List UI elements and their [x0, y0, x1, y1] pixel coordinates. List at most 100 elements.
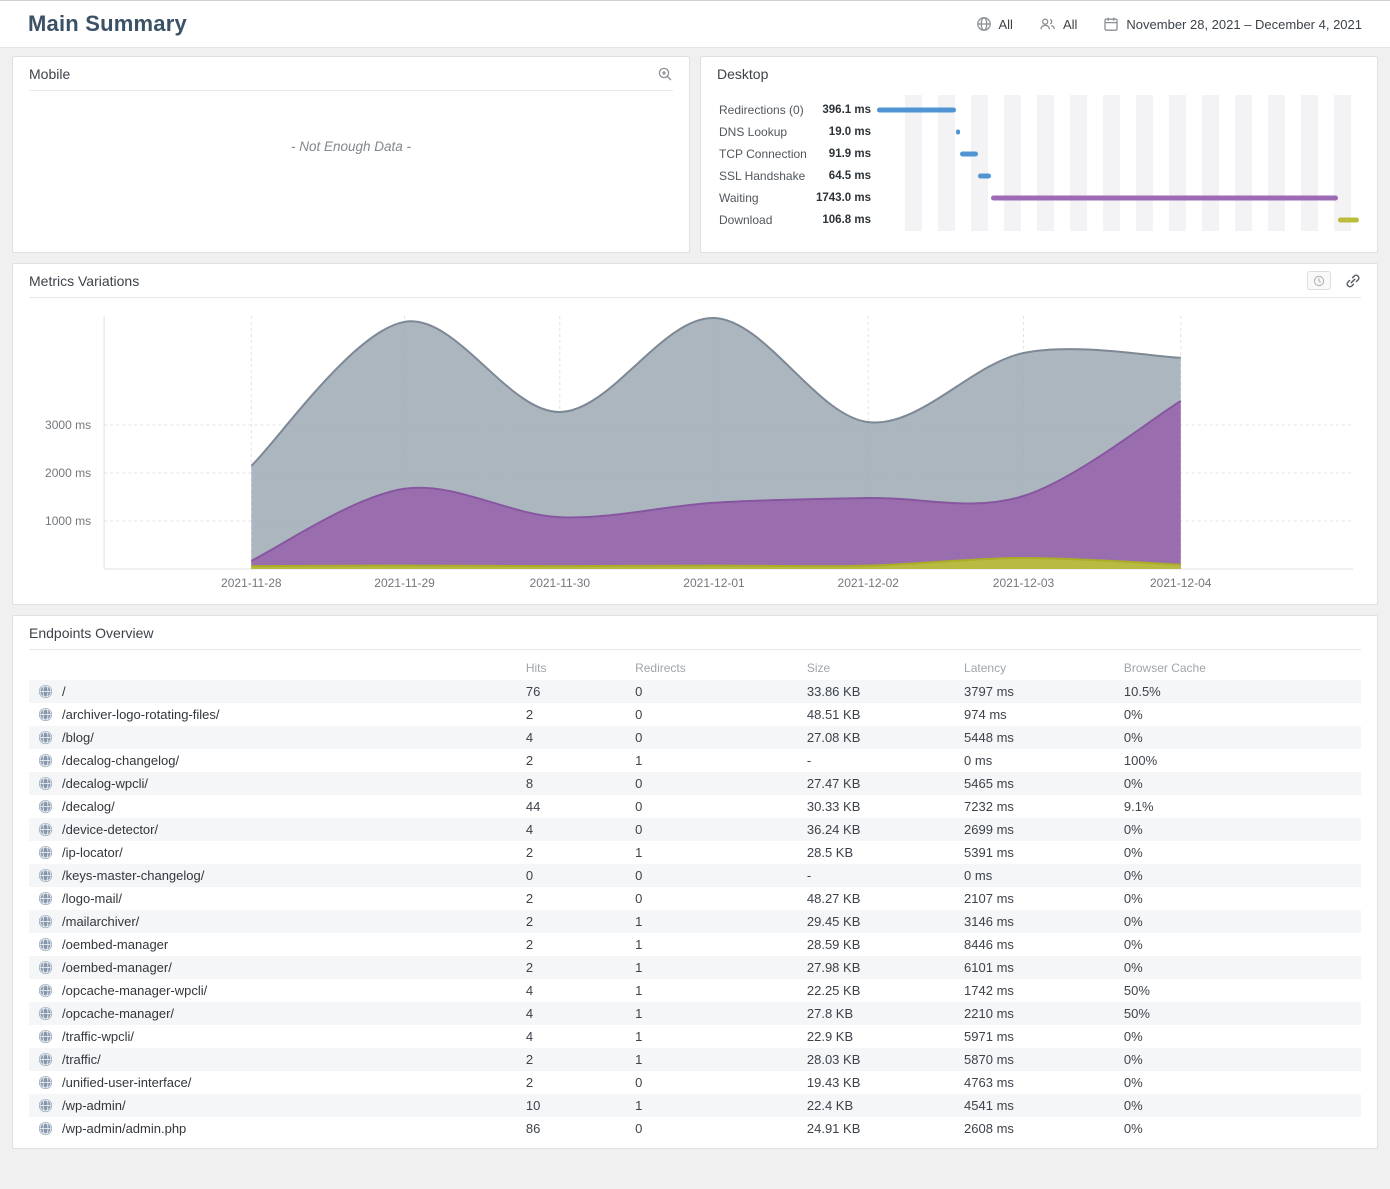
endpoint-row[interactable]: /keys-master-changelog/0 0 - 0 ms 0% [29, 864, 1361, 887]
endpoint-hits: 4 [525, 1029, 534, 1044]
endpoint-size: 28.03 KB [806, 1052, 861, 1067]
endpoint-globe-icon [38, 730, 53, 745]
endpoint-row[interactable]: /decalog-wpcli/8 0 27.47 KB 5465 ms 0% [29, 772, 1361, 795]
endpoint-link[interactable]: /traffic-wpcli/ [62, 1029, 134, 1044]
endpoint-latency: 5448 ms [964, 730, 1014, 745]
endpoint-link[interactable]: /opcache-manager/ [62, 1006, 174, 1021]
endpoint-link[interactable]: /logo-mail/ [62, 891, 122, 906]
endpoint-redirects: 0 [635, 891, 643, 906]
endpoint-redirects: 0 [635, 684, 643, 699]
endpoint-row[interactable]: /logo-mail/2 0 48.27 KB 2107 ms 0% [29, 887, 1361, 910]
endpoint-link[interactable]: / [62, 684, 66, 699]
user-filter-label: All [1062, 16, 1078, 32]
endpoint-hits: 2 [525, 937, 534, 952]
waterfall-label: DNS Lookup [719, 125, 788, 139]
endpoint-size: 19.43 KB [806, 1075, 861, 1090]
endpoint-globe-icon [38, 684, 53, 699]
endpoint-browser-cache: 0% [1123, 1098, 1143, 1113]
endpoint-row[interactable]: /blog/4 0 27.08 KB 5448 ms 0% [29, 726, 1361, 749]
waterfall-bar [977, 173, 991, 179]
endpoint-hits: 4 [525, 822, 534, 837]
endpoint-browser-cache: 0% [1123, 822, 1143, 837]
endpoints-panel: Endpoints Overview Hits Redirects Size L… [12, 615, 1378, 1149]
endpoint-row[interactable]: /decalog-changelog/2 1 - 0 ms 100% [29, 749, 1361, 772]
endpoint-hits: 4 [525, 1006, 534, 1021]
endpoint-link[interactable]: /blog/ [62, 730, 94, 745]
endpoint-size: 24.91 KB [806, 1121, 861, 1136]
endpoint-row[interactable]: /wp-admin/10 1 22.4 KB 4541 ms 0% [29, 1094, 1361, 1117]
endpoint-size: 22.4 KB [806, 1098, 854, 1113]
zoom-in-icon[interactable] [657, 66, 673, 82]
endpoint-link[interactable]: /decalog-changelog/ [62, 753, 179, 768]
link-icon[interactable] [1345, 273, 1361, 289]
site-filter[interactable]: All [976, 16, 1013, 32]
endpoint-row[interactable]: /wp-admin/admin.php 86 0 24.91 KB 2608 ms 0% [29, 1117, 1361, 1140]
endpoint-globe-icon [38, 1006, 53, 1021]
endpoint-link[interactable]: /opcache-manager-wpcli/ [62, 983, 207, 998]
endpoint-browser-cache: 10.5% [1123, 684, 1161, 699]
waterfall-label: SSL Handshake [719, 169, 806, 183]
endpoint-globe-icon [38, 914, 53, 929]
endpoint-row[interactable]: /opcache-manager/4 1 27.8 KB 2210 ms 50% [29, 1002, 1361, 1025]
endpoint-hits: 2 [525, 914, 534, 929]
endpoint-row[interactable]: /traffic/2 1 28.03 KB 5870 ms 0% [29, 1048, 1361, 1071]
endpoint-size: 22.25 KB [806, 983, 861, 998]
endpoint-browser-cache: 0% [1123, 1029, 1143, 1044]
user-filter[interactable]: All [1039, 16, 1077, 32]
endpoint-link[interactable]: /ip-locator/ [62, 845, 123, 860]
endpoint-link[interactable]: /decalog-wpcli/ [62, 776, 148, 791]
users-icon [1039, 16, 1056, 32]
endpoint-row[interactable]: / 76 0 33.86 KB 3797 ms 10.5% [29, 680, 1361, 703]
time-toggle-button[interactable] [1307, 271, 1331, 290]
waterfall-row: Download 106.8 ms [719, 209, 1359, 231]
endpoint-size: 27.98 KB [806, 960, 861, 975]
endpoints-panel-title: Endpoints Overview [29, 624, 154, 641]
column-header-endpoint [29, 654, 526, 680]
endpoint-latency: 5971 ms [964, 1029, 1014, 1044]
endpoint-latency: 3797 ms [964, 684, 1014, 699]
endpoint-link[interactable]: /unified-user-interface/ [62, 1075, 191, 1090]
endpoint-link[interactable]: /wp-admin/admin.php [62, 1121, 186, 1136]
endpoint-link[interactable]: /traffic/ [62, 1052, 101, 1067]
endpoint-row[interactable]: /oembed-manager 2 1 28.59 KB 8446 ms 0% [29, 933, 1361, 956]
endpoint-link[interactable]: /keys-master-changelog/ [62, 868, 204, 883]
endpoint-row[interactable]: /oembed-manager/2 1 27.98 KB 6101 ms 0% [29, 956, 1361, 979]
x-tick-label: 2021-12-02 [838, 576, 900, 590]
mobile-empty-state: - Not Enough Data - [13, 91, 689, 252]
endpoint-row[interactable]: /mailarchiver/2 1 29.45 KB 3146 ms 0% [29, 910, 1361, 933]
metrics-variations-panel: Metrics Variations 1000 ms2000 ms3000 [12, 263, 1378, 605]
endpoint-row[interactable]: /unified-user-interface/2 0 19.43 KB 4763 m… [29, 1071, 1361, 1094]
waterfall-bar [959, 151, 978, 157]
endpoint-link[interactable]: /archiver-logo-rotating-files/ [62, 707, 220, 722]
waterfall-bar [1337, 217, 1359, 223]
endpoint-size: 22.9 KB [806, 1029, 854, 1044]
endpoint-row[interactable]: /traffic-wpcli/4 1 22.9 KB 5971 ms 0% [29, 1025, 1361, 1048]
endpoint-row[interactable]: /decalog/44 0 30.33 KB 7232 ms 9.1% [29, 795, 1361, 818]
page-title: Main Summary [28, 11, 187, 36]
endpoint-browser-cache: 0% [1123, 914, 1143, 929]
endpoint-row[interactable]: /opcache-manager-wpcli/4 1 22.25 KB 1742 ms… [29, 979, 1361, 1002]
endpoint-redirects: 0 [635, 707, 643, 722]
waterfall-value: 396.1 ms [822, 104, 871, 116]
waterfall-bar [955, 129, 960, 135]
endpoint-link[interactable]: /mailarchiver/ [62, 914, 139, 929]
endpoint-redirects: 1 [635, 937, 643, 952]
endpoint-latency: 5870 ms [964, 1052, 1014, 1067]
waterfall-label: Download [719, 213, 773, 227]
endpoint-redirects: 1 [635, 914, 643, 929]
endpoint-link[interactable]: /decalog/ [62, 799, 115, 814]
endpoint-redirects: 0 [635, 730, 643, 745]
endpoint-row[interactable]: /ip-locator/2 1 28.5 KB 5391 ms 0% [29, 841, 1361, 864]
endpoint-link[interactable]: /oembed-manager [62, 937, 168, 952]
endpoint-link[interactable]: /oembed-manager/ [62, 960, 172, 975]
endpoint-row[interactable]: /device-detector/4 0 36.24 KB 2699 ms 0% [29, 818, 1361, 841]
endpoint-browser-cache: 0% [1123, 730, 1143, 745]
endpoints-table: Hits Redirects Size Latency Browser Cach… [29, 654, 1361, 1140]
endpoint-link[interactable]: /wp-admin/ [62, 1098, 126, 1113]
endpoint-latency: 0 ms [964, 753, 993, 768]
endpoint-link[interactable]: /device-detector/ [62, 822, 158, 837]
date-range-picker[interactable]: November 28, 2021 – December 4, 2021 [1103, 16, 1362, 32]
endpoint-row[interactable]: /archiver-logo-rotating-files/2 0 48.51 KB… [29, 703, 1361, 726]
endpoint-latency: 8446 ms [964, 937, 1014, 952]
waterfall-value: 19.0 ms [828, 126, 871, 138]
